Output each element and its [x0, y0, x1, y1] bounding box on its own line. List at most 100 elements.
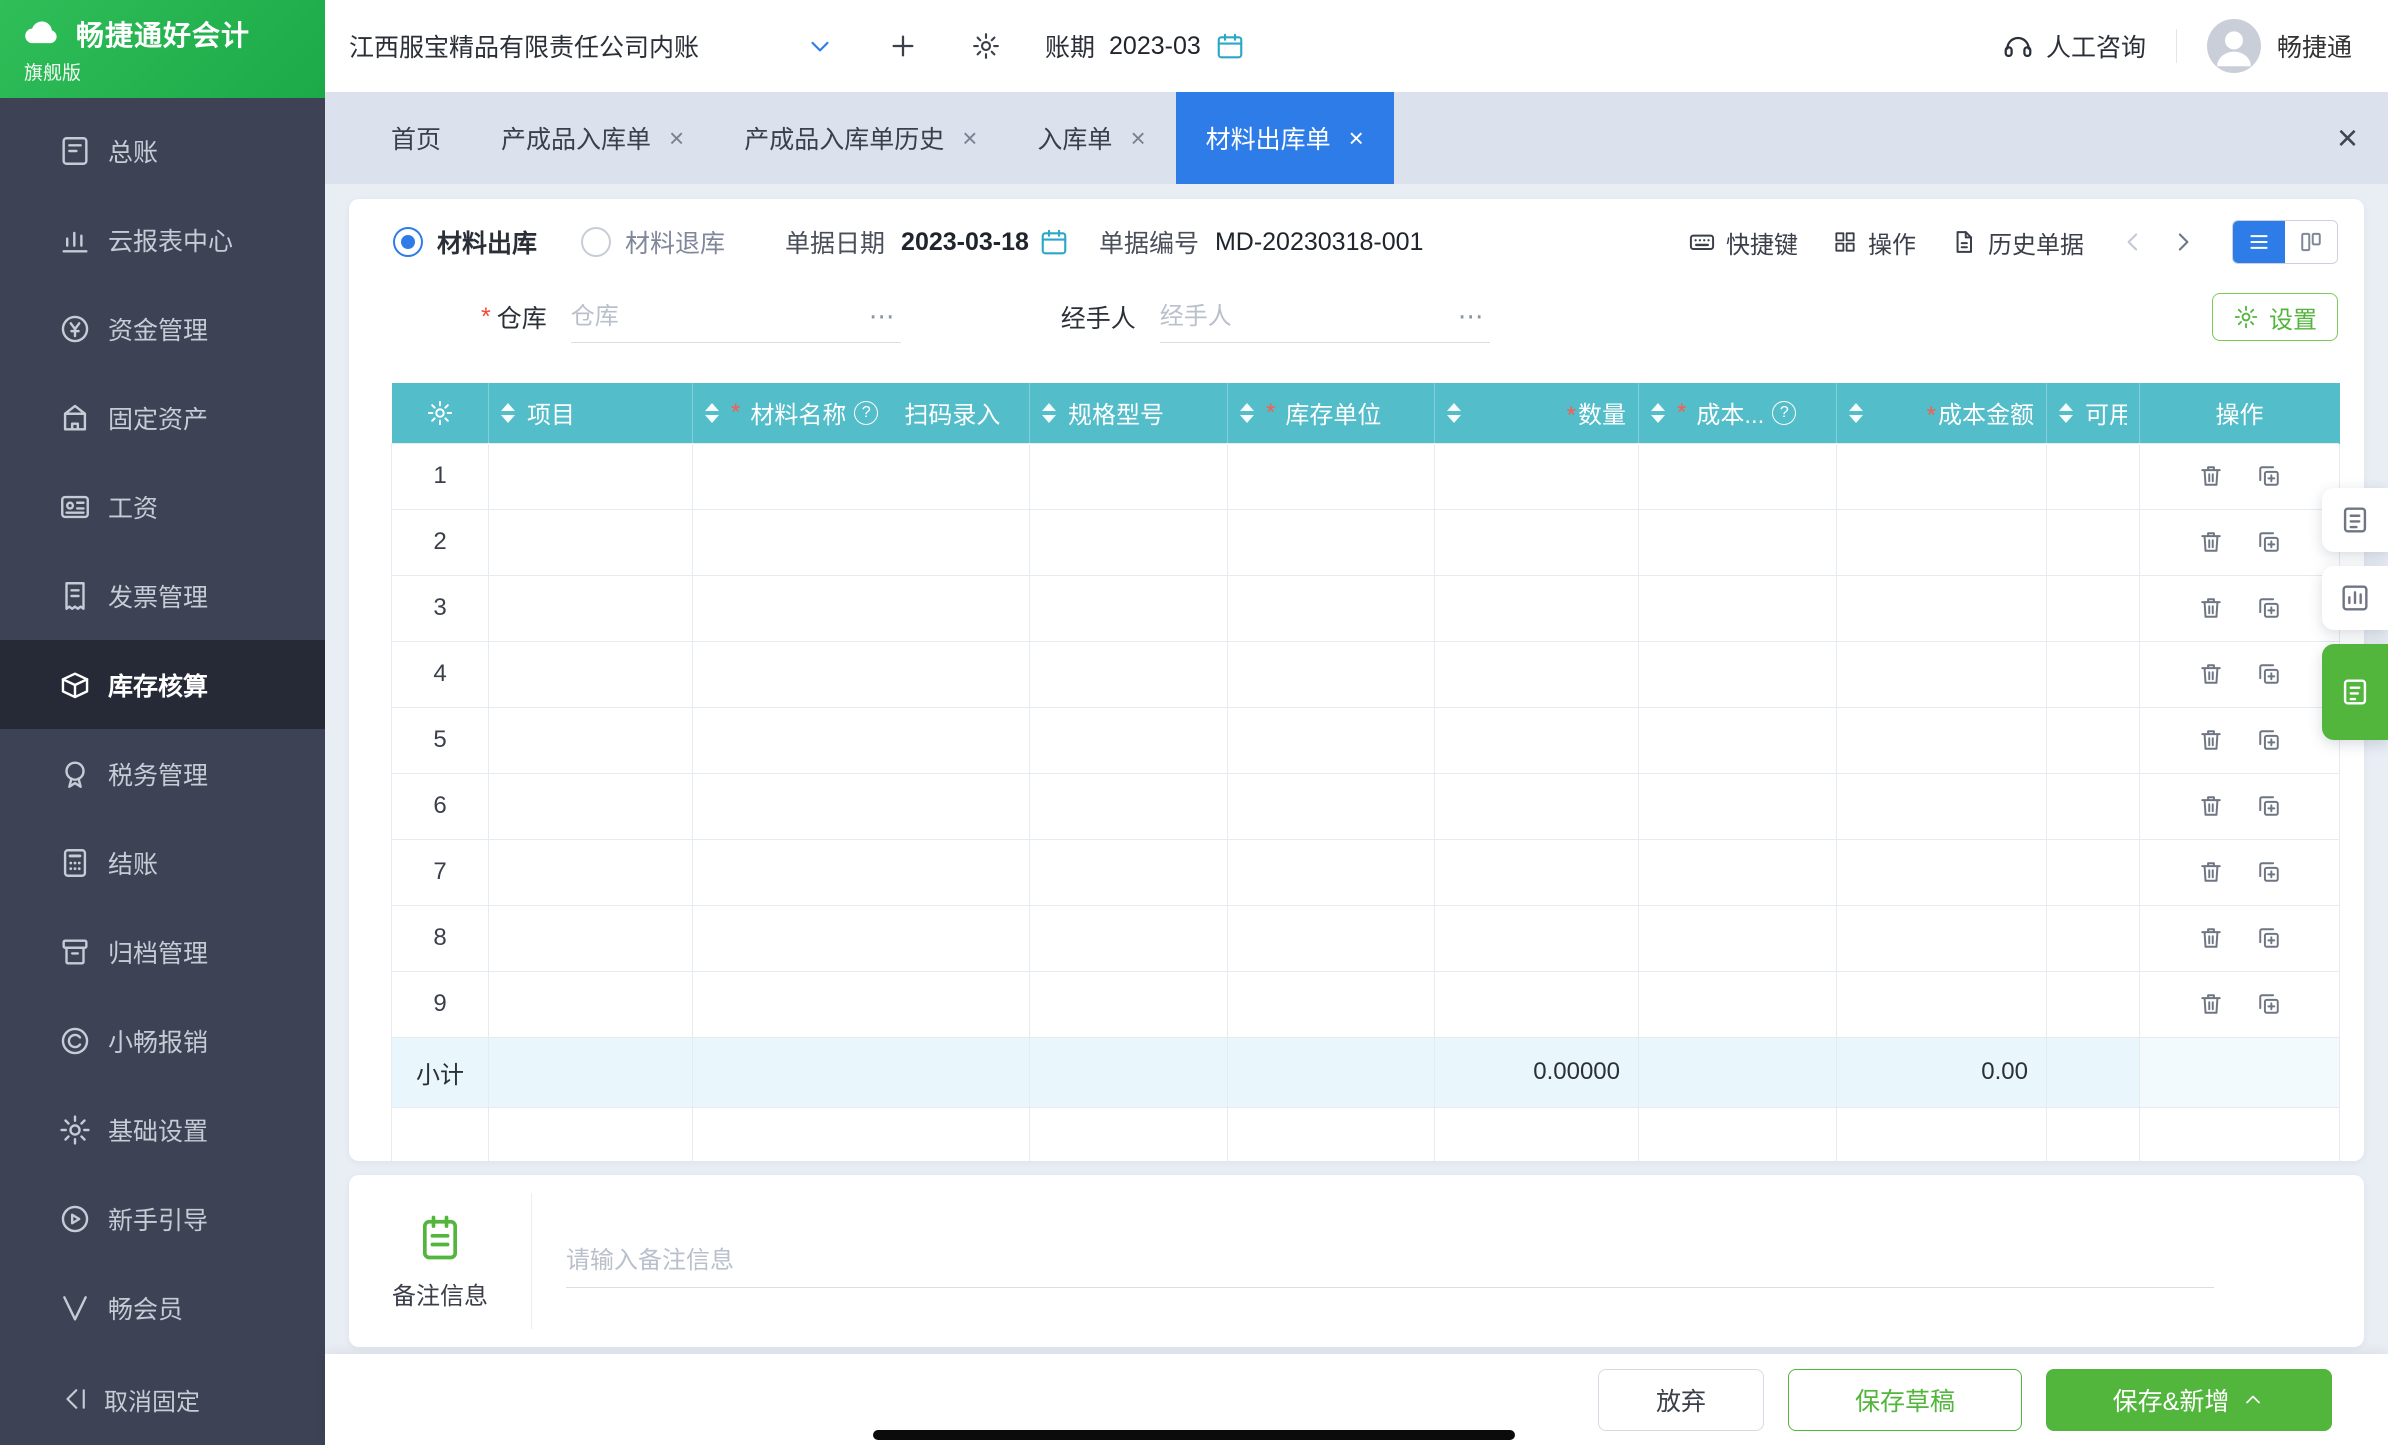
- close-tab-icon[interactable]: ×: [1130, 123, 1145, 154]
- date-calendar-icon[interactable]: [1039, 227, 1069, 257]
- sidebar-item-basic-settings[interactable]: 基础设置: [0, 1085, 325, 1174]
- handler-picker-button[interactable]: ⋯: [1454, 301, 1490, 332]
- column-cost-amount[interactable]: *成本金额: [1836, 383, 2047, 443]
- shortcut-keys-button[interactable]: 快捷键: [1688, 225, 1798, 260]
- copy-row-icon[interactable]: [2255, 858, 2283, 886]
- delete-row-icon[interactable]: [2197, 594, 2225, 622]
- copy-row-icon[interactable]: [2255, 462, 2283, 490]
- column-available[interactable]: 可用: [2046, 383, 2140, 443]
- column-stock-unit[interactable]: * 库存单位: [1227, 383, 1435, 443]
- column-quantity[interactable]: *数量: [1434, 383, 1639, 443]
- table-row[interactable]: 3: [391, 574, 2340, 642]
- list-view-button[interactable]: [2233, 221, 2285, 263]
- add-account-button[interactable]: [887, 30, 919, 62]
- copy-row-icon[interactable]: [2255, 924, 2283, 952]
- scan-entry-button[interactable]: 扫码录入: [904, 395, 1000, 430]
- delete-row-icon[interactable]: [2197, 924, 2225, 952]
- report-panel-button[interactable]: [2322, 566, 2388, 630]
- delete-row-icon[interactable]: [2197, 858, 2225, 886]
- history-documents-button[interactable]: 历史单据: [1950, 225, 2084, 260]
- sort-icon[interactable]: [2059, 402, 2073, 423]
- table-row[interactable]: 4: [391, 640, 2340, 708]
- delete-row-icon[interactable]: [2197, 660, 2225, 688]
- sidebar-item-archive[interactable]: 归档管理: [0, 907, 325, 996]
- next-document-icon[interactable]: [2168, 227, 2198, 257]
- sidebar-item-closing[interactable]: 结账: [0, 818, 325, 907]
- table-row[interactable]: 7: [391, 838, 2340, 906]
- save-and-new-button[interactable]: 保存&新增: [2046, 1368, 2332, 1431]
- delete-row-icon[interactable]: [2197, 528, 2225, 556]
- sort-icon[interactable]: [1447, 402, 1461, 423]
- sidebar-item-guide[interactable]: 新手引导: [0, 1174, 325, 1263]
- copy-row-icon[interactable]: [2255, 726, 2283, 754]
- tab-material-issue[interactable]: 材料出库单 ×: [1175, 92, 1394, 184]
- column-unit-cost[interactable]: * 成本...?: [1638, 383, 1837, 443]
- tab-finished-goods-receipt[interactable]: 产成品入库单 ×: [471, 92, 714, 184]
- copy-row-icon[interactable]: [2255, 990, 2283, 1018]
- copy-row-icon[interactable]: [2255, 660, 2283, 688]
- period-value[interactable]: 2023-03: [1109, 32, 1201, 61]
- column-project[interactable]: 项目: [488, 383, 693, 443]
- save-draft-button[interactable]: 保存草稿: [1788, 1368, 2022, 1431]
- remarks-input[interactable]: [566, 1234, 2214, 1288]
- delete-row-icon[interactable]: [2197, 462, 2225, 490]
- table-row[interactable]: 8: [391, 904, 2340, 972]
- copy-row-icon[interactable]: [2255, 792, 2283, 820]
- tab-home[interactable]: 首页: [361, 92, 471, 184]
- detail-panel-button[interactable]: [2322, 488, 2388, 552]
- user-name[interactable]: 畅捷通: [2277, 28, 2352, 64]
- table-row[interactable]: 1: [391, 442, 2340, 510]
- delete-row-icon[interactable]: [2197, 726, 2225, 754]
- handler-input[interactable]: [1159, 302, 1454, 331]
- company-selector[interactable]: 江西服宝精品有限责任公司内账: [349, 28, 835, 64]
- close-tab-icon[interactable]: ×: [1349, 123, 1364, 154]
- sort-icon[interactable]: [1042, 402, 1056, 423]
- avatar[interactable]: [2206, 19, 2261, 73]
- account-settings-gear-icon[interactable]: [971, 31, 1001, 61]
- sidebar-item-payroll[interactable]: 工资: [0, 462, 325, 551]
- form-panel-button[interactable]: [2322, 644, 2388, 740]
- close-all-tabs-icon[interactable]: ×: [2337, 120, 2358, 156]
- sort-icon[interactable]: [1651, 402, 1665, 423]
- column-spec-model[interactable]: 规格型号: [1029, 383, 1228, 443]
- sidebar-item-inventory[interactable]: 库存核算: [0, 640, 325, 729]
- card-view-button[interactable]: [2285, 221, 2337, 263]
- tab-finished-goods-receipt-history[interactable]: 产成品入库单历史 ×: [714, 92, 1007, 184]
- copy-row-icon[interactable]: [2255, 528, 2283, 556]
- sidebar-item-member[interactable]: 畅会员: [0, 1263, 325, 1352]
- period-calendar-icon[interactable]: [1215, 31, 1245, 61]
- sort-icon[interactable]: [705, 402, 719, 423]
- sidebar-item-tax[interactable]: 税务管理: [0, 729, 325, 818]
- copy-row-icon[interactable]: [2255, 594, 2283, 622]
- discard-button[interactable]: 放弃: [1598, 1368, 1764, 1431]
- warehouse-input[interactable]: [570, 302, 865, 331]
- help-icon[interactable]: ?: [1772, 400, 1797, 425]
- close-tab-icon[interactable]: ×: [669, 123, 684, 154]
- operations-button[interactable]: 操作: [1832, 225, 1916, 260]
- sidebar-item-reimburse[interactable]: 小畅报销: [0, 996, 325, 1085]
- unpin-sidebar-button[interactable]: 取消固定: [0, 1353, 325, 1445]
- close-tab-icon[interactable]: ×: [962, 123, 977, 154]
- sidebar-item-general-ledger[interactable]: 总账: [0, 106, 325, 195]
- table-row[interactable]: 9: [391, 970, 2340, 1038]
- sort-icon[interactable]: [1849, 402, 1863, 423]
- sort-icon[interactable]: [501, 402, 515, 423]
- table-row[interactable]: 5: [391, 706, 2340, 774]
- help-icon[interactable]: ?: [854, 400, 879, 425]
- manual-consult-button[interactable]: 人工咨询: [2002, 28, 2146, 64]
- warehouse-picker-button[interactable]: ⋯: [865, 301, 901, 332]
- column-config-header[interactable]: [391, 383, 489, 443]
- sort-icon[interactable]: [1240, 402, 1254, 423]
- sidebar-item-funds[interactable]: 资金管理: [0, 284, 325, 373]
- table-row[interactable]: 6: [391, 772, 2340, 840]
- radio-material-return[interactable]: 材料退库: [581, 224, 725, 260]
- radio-material-issue[interactable]: 材料出库: [393, 224, 537, 260]
- table-settings-button[interactable]: 设置: [2212, 293, 2338, 341]
- sidebar-item-fixed-assets[interactable]: 固定资产: [0, 373, 325, 462]
- delete-row-icon[interactable]: [2197, 990, 2225, 1018]
- sidebar-item-invoice[interactable]: 发票管理: [0, 551, 325, 640]
- table-row[interactable]: 2: [391, 508, 2340, 576]
- column-material-name[interactable]: * 材料名称 ? 扫码录入: [692, 383, 1030, 443]
- tab-receipt[interactable]: 入库单 ×: [1007, 92, 1175, 184]
- delete-row-icon[interactable]: [2197, 792, 2225, 820]
